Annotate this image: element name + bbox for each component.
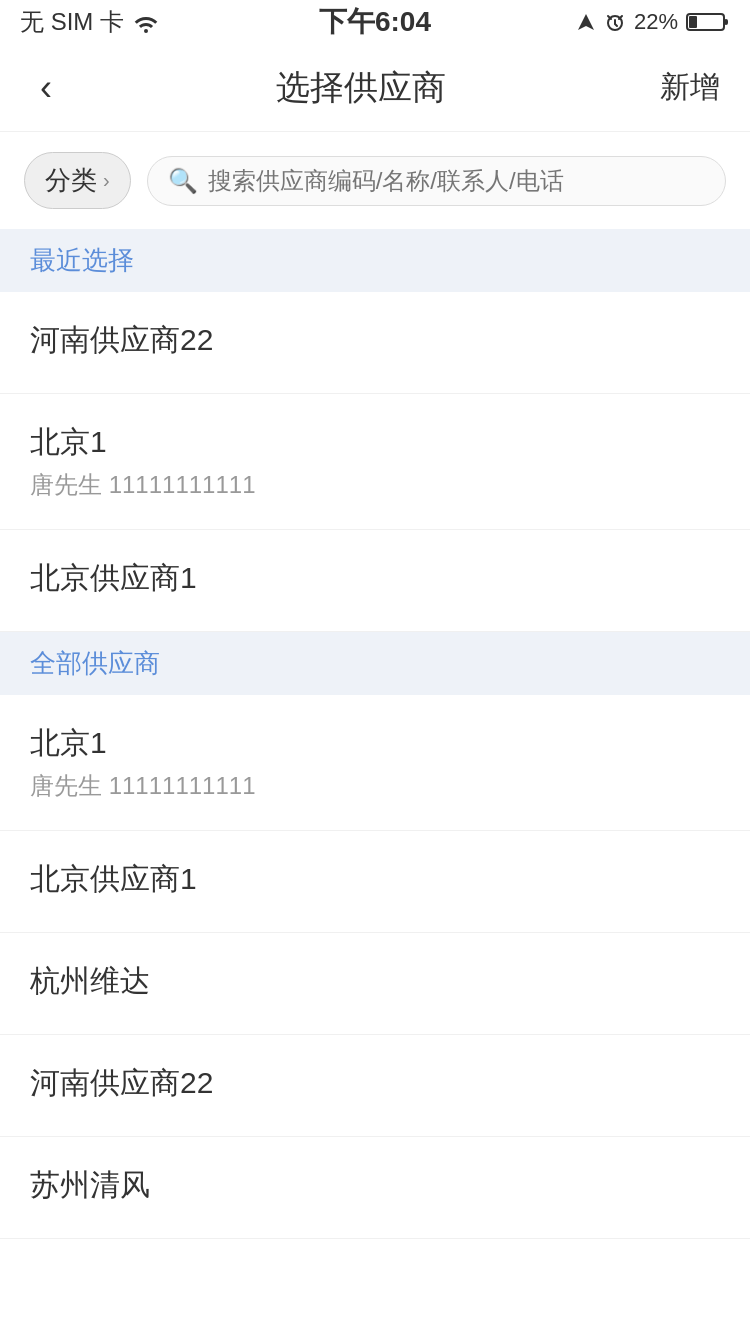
chevron-right-icon: ›: [103, 169, 110, 192]
status-left: 无 SIM 卡: [20, 6, 160, 38]
svg-rect-3: [689, 16, 697, 28]
status-bar: 无 SIM 卡 下午6:04 22%: [0, 0, 750, 44]
list-item[interactable]: 苏州清风: [0, 1137, 750, 1239]
sections-container: 最近选择河南供应商22 北京1 唐先生 11111111111 北京供应商1 全部供应商…: [0, 229, 750, 1239]
item-name: 北京供应商1: [30, 558, 720, 599]
wifi-icon: [132, 11, 160, 33]
search-box: 🔍: [147, 156, 726, 206]
item-name: 北京1: [30, 422, 720, 463]
page-title: 选择供应商: [276, 65, 446, 111]
back-button[interactable]: ‹: [30, 57, 62, 119]
sim-status: 无 SIM 卡: [20, 6, 124, 38]
item-name: 北京1: [30, 723, 720, 764]
list-item[interactable]: 北京1 唐先生 11111111111: [0, 695, 750, 831]
section-header-all: 全部供应商: [0, 632, 750, 695]
list-item[interactable]: 北京供应商1: [0, 831, 750, 933]
list-item[interactable]: 河南供应商22: [0, 292, 750, 394]
add-button[interactable]: 新增: [660, 67, 720, 108]
filter-row: 分类 › 🔍: [0, 132, 750, 229]
section-header-label-all: 全部供应商: [30, 648, 160, 678]
alarm-icon: [604, 11, 626, 33]
battery-text: 22%: [634, 9, 678, 35]
search-input[interactable]: [208, 167, 705, 195]
section-header-label-recent: 最近选择: [30, 245, 134, 275]
item-name: 苏州清风: [30, 1165, 720, 1206]
status-time: 下午6:04: [319, 3, 431, 41]
battery-icon: [686, 11, 730, 33]
item-name: 河南供应商22: [30, 1063, 720, 1104]
category-filter-button[interactable]: 分类 ›: [24, 152, 131, 209]
item-name: 杭州维达: [30, 961, 720, 1002]
search-icon: 🔍: [168, 167, 198, 195]
list-item[interactable]: 杭州维达: [0, 933, 750, 1035]
item-name: 北京供应商1: [30, 859, 720, 900]
svg-rect-2: [724, 19, 728, 25]
status-right: 22%: [576, 9, 730, 35]
list-item[interactable]: 河南供应商22: [0, 1035, 750, 1137]
section-header-recent: 最近选择: [0, 229, 750, 292]
nav-bar: ‹ 选择供应商 新增: [0, 44, 750, 132]
item-name: 河南供应商22: [30, 320, 720, 361]
location-icon: [576, 12, 596, 32]
list-item[interactable]: 北京供应商1: [0, 530, 750, 632]
item-sub: 唐先生 11111111111: [30, 770, 720, 802]
item-sub: 唐先生 11111111111: [30, 469, 720, 501]
list-item[interactable]: 北京1 唐先生 11111111111: [0, 394, 750, 530]
category-label: 分类: [45, 163, 97, 198]
